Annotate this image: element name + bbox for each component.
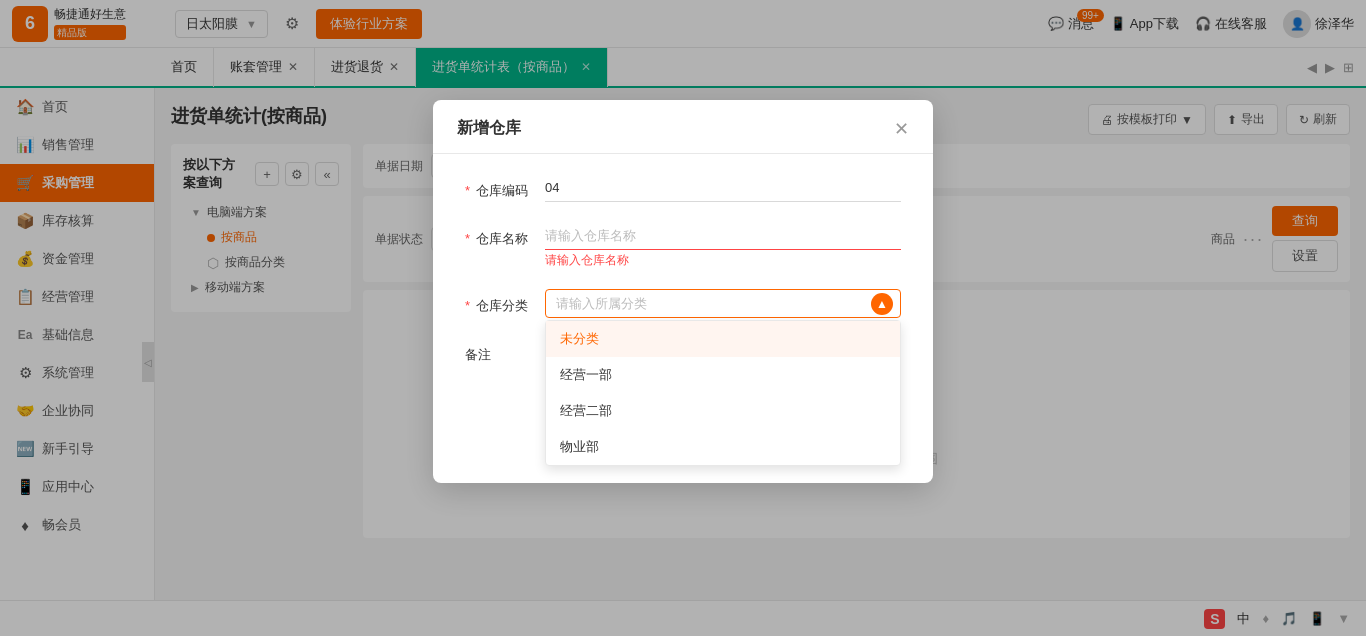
form-row-code: * 仓库编码 [465,174,901,202]
category-toggle-btn[interactable]: ▲ [871,293,893,315]
warehouse-name-input[interactable] [545,222,901,250]
category-dropdown: 未分类 经营一部 经营二部 物业部 [545,320,901,466]
warehouse-code-input[interactable] [545,174,901,202]
category-field-wrap: ▲ 未分类 经营一部 经营二部 物业部 [545,289,901,318]
dialog-body: * 仓库编码 * 仓库名称 请输入仓库名称 [433,154,933,417]
warehouse-category-input[interactable] [545,289,901,318]
category-option-property[interactable]: 物业部 [546,429,900,465]
dialog-close-btn[interactable]: ✕ [894,120,909,138]
name-label: * 仓库名称 [465,222,545,248]
name-field-wrap: 请输入仓库名称 [545,222,901,269]
code-field-wrap [545,174,901,202]
category-option-dept2[interactable]: 经营二部 [546,393,900,429]
category-option-dept1[interactable]: 经营一部 [546,357,900,393]
new-warehouse-dialog: 新增仓库 ✕ * 仓库编码 * 仓库名称 [433,100,933,483]
form-row-name: * 仓库名称 请输入仓库名称 [465,222,901,269]
category-label: * 仓库分类 [465,289,545,315]
code-label: * 仓库编码 [465,174,545,200]
form-row-category: * 仓库分类 ▲ 未分类 经营一部 经营二部 物业部 [465,289,901,318]
dialog-header: 新增仓库 ✕ [433,100,933,154]
dialog-title: 新增仓库 [457,118,521,139]
notes-label: 备注 [465,338,545,364]
category-option-unclassified[interactable]: 未分类 [546,321,900,357]
modal-overlay: 新增仓库 ✕ * 仓库编码 * 仓库名称 [0,0,1366,636]
name-error-msg: 请输入仓库名称 [545,252,901,269]
